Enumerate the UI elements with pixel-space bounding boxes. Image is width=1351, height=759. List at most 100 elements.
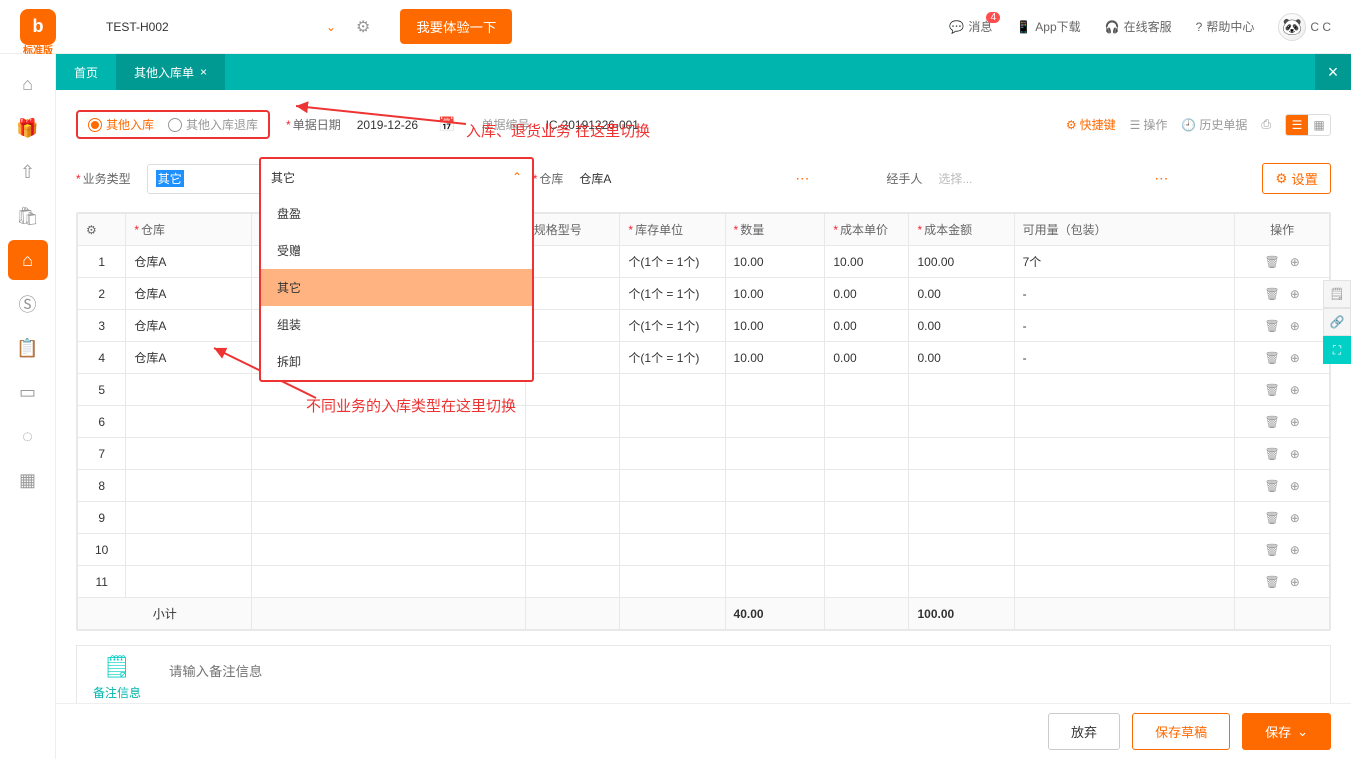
copy-row-icon[interactable]: ⊕ (1290, 543, 1300, 557)
cell-price[interactable] (825, 406, 909, 438)
nav-out-icon[interactable]: ⇧ (8, 152, 48, 192)
table-row[interactable]: 10 🗑⊕ (78, 534, 1330, 566)
cell-amt[interactable] (909, 566, 1014, 598)
date-value[interactable]: 2019-12-26 (357, 118, 418, 132)
table-row[interactable]: 7 🗑⊕ (78, 438, 1330, 470)
cell-spec[interactable] (525, 374, 620, 406)
cell-qty[interactable] (725, 374, 825, 406)
cell-qty[interactable] (725, 406, 825, 438)
copy-row-icon[interactable]: ⊕ (1290, 511, 1300, 525)
cell-unit[interactable] (620, 470, 725, 502)
col-gear-icon[interactable]: ⚙ (78, 214, 126, 246)
dock-expand-icon[interactable]: ⛶ (1323, 336, 1351, 364)
cell-spec[interactable] (525, 534, 620, 566)
chevron-up-icon[interactable]: ⌃ (512, 170, 522, 184)
cell-unit[interactable] (620, 566, 725, 598)
save-draft-button[interactable]: 保存草稿 (1132, 713, 1230, 750)
warehouse-more-icon[interactable]: ⋯ (795, 170, 810, 187)
cell-unit[interactable] (620, 438, 725, 470)
delete-row-icon[interactable]: 🗑 (1265, 479, 1280, 493)
cell-qty[interactable]: 10.00 (725, 342, 825, 374)
dropdown-item-shouzeng[interactable]: 受赠 (261, 232, 532, 269)
tab-other-in[interactable]: 其他入库单 × (116, 54, 225, 90)
cell-qty[interactable]: 10.00 (725, 246, 825, 278)
delete-row-icon[interactable]: 🗑 (1265, 447, 1280, 461)
cell-product[interactable] (252, 534, 525, 566)
copy-row-icon[interactable]: ⊕ (1290, 447, 1300, 461)
delete-row-icon[interactable]: 🗑 (1265, 255, 1280, 269)
cell-price[interactable] (825, 502, 909, 534)
cell-spec[interactable] (525, 566, 620, 598)
copy-row-icon[interactable]: ⊕ (1290, 575, 1300, 589)
cell-unit[interactable]: 个(1个 = 1个) (620, 278, 725, 310)
dock-note-icon[interactable]: 🗒 (1323, 280, 1351, 308)
save-button[interactable]: 保存⌄ (1242, 713, 1331, 750)
nav-loop-icon[interactable]: ◌ (8, 416, 48, 456)
cell-warehouse[interactable]: 仓库A (126, 310, 252, 342)
delete-row-icon[interactable]: 🗑 (1265, 351, 1280, 365)
tab-home[interactable]: 首页 (56, 54, 116, 90)
view-list-icon[interactable]: ☰ (1286, 115, 1308, 135)
nav-warehouse-icon[interactable]: ⌂ (8, 240, 48, 280)
cell-warehouse[interactable] (126, 566, 252, 598)
cell-qty[interactable] (725, 566, 825, 598)
cell-spec[interactable] (525, 246, 620, 278)
org-select[interactable]: TEST-H002 ⌄ (96, 12, 346, 42)
cell-warehouse[interactable] (126, 502, 252, 534)
cell-price[interactable]: 0.00 (825, 342, 909, 374)
table-row[interactable]: 6 🗑⊕ (78, 406, 1330, 438)
cell-price[interactable] (825, 534, 909, 566)
cell-price[interactable]: 0.00 (825, 278, 909, 310)
cell-amt[interactable] (909, 470, 1014, 502)
warehouse-value[interactable]: 仓库A (579, 170, 779, 187)
cell-amt[interactable]: 0.00 (909, 310, 1014, 342)
setting-button[interactable]: ⚙ 设置 (1262, 163, 1331, 194)
app-download-link[interactable]: 📱 App下载 (1016, 18, 1080, 35)
radio-other-return[interactable]: 其他入库退库 (168, 116, 258, 133)
help-link[interactable]: ? 帮助中心 (1196, 18, 1255, 35)
cell-price[interactable]: 0.00 (825, 310, 909, 342)
table-row[interactable]: 9 🗑⊕ (78, 502, 1330, 534)
close-all-tabs[interactable]: × (1315, 54, 1351, 90)
cell-product[interactable] (252, 406, 525, 438)
cell-warehouse[interactable]: 仓库A (126, 246, 252, 278)
ops-link[interactable]: ☰ 操作 (1130, 116, 1168, 133)
cell-product[interactable] (252, 438, 525, 470)
close-icon[interactable]: × (200, 65, 207, 79)
export-icon[interactable]: ⎙ (1261, 117, 1271, 132)
view-grid-icon[interactable]: ▦ (1308, 115, 1330, 135)
cell-amt[interactable] (909, 374, 1014, 406)
nav-form-icon[interactable]: ▭ (8, 372, 48, 412)
cell-warehouse[interactable] (126, 406, 252, 438)
handler-select[interactable]: 选择... (938, 170, 1138, 187)
history-link[interactable]: 🕘 历史单据 (1181, 116, 1247, 133)
customer-service-link[interactable]: 🎧 在线客服 (1105, 18, 1172, 35)
cell-qty[interactable] (725, 470, 825, 502)
cell-product[interactable] (252, 470, 525, 502)
cell-price[interactable]: 10.00 (825, 246, 909, 278)
calendar-icon[interactable]: 📅 (438, 116, 455, 133)
nav-finance-icon[interactable]: Ⓢ (8, 284, 48, 324)
cell-qty[interactable]: 10.00 (725, 310, 825, 342)
dock-link-icon[interactable]: 🔗 (1323, 308, 1351, 336)
cell-spec[interactable] (525, 438, 620, 470)
cell-unit[interactable] (620, 502, 725, 534)
cell-unit[interactable]: 个(1个 = 1个) (620, 246, 725, 278)
cell-qty[interactable] (725, 438, 825, 470)
dropdown-item-panying[interactable]: 盘盈 (261, 195, 532, 232)
copy-row-icon[interactable]: ⊕ (1290, 351, 1300, 365)
delete-row-icon[interactable]: 🗑 (1265, 415, 1280, 429)
shortcut-link[interactable]: ⚙ 快捷键 (1066, 116, 1116, 133)
messages-link[interactable]: 💬 消息 4 (949, 18, 992, 35)
delete-row-icon[interactable]: 🗑 (1265, 287, 1280, 301)
delete-row-icon[interactable]: 🗑 (1265, 575, 1280, 589)
cell-amt[interactable]: 0.00 (909, 278, 1014, 310)
cell-spec[interactable] (525, 502, 620, 534)
cell-unit[interactable]: 个(1个 = 1个) (620, 310, 725, 342)
nav-bag-icon[interactable]: 🛍 (8, 196, 48, 236)
cell-warehouse[interactable]: 仓库A (126, 278, 252, 310)
dropdown-item-chaixie[interactable]: 拆卸 (261, 343, 532, 380)
cell-amt[interactable] (909, 534, 1014, 566)
copy-row-icon[interactable]: ⊕ (1290, 319, 1300, 333)
discard-button[interactable]: 放弃 (1048, 713, 1120, 750)
